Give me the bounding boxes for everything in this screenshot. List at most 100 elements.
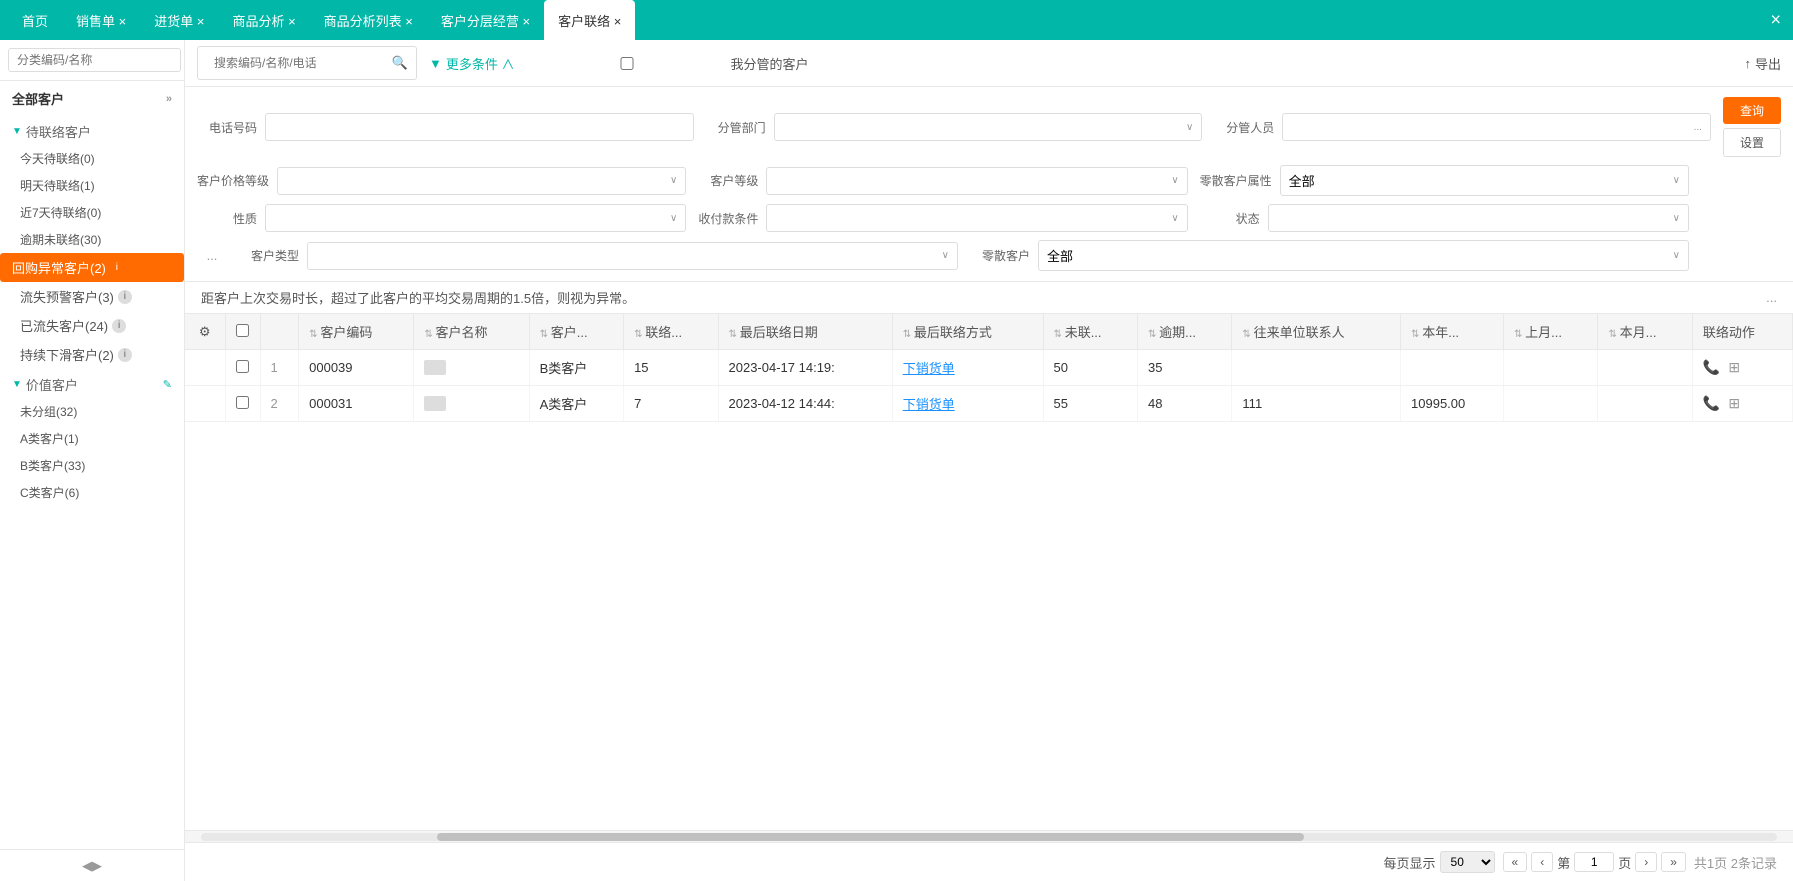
dept-chevron-icon: ∨ [1186,122,1193,133]
customer-level-select[interactable]: ∨ [766,167,1187,195]
th-last-contact-method[interactable]: 最后联络方式 [892,314,1043,350]
phone-action-icon[interactable]: 📞 [1703,359,1720,376]
row-customer-type: B类客户 [529,350,623,386]
th-this-month[interactable]: 本月... [1598,314,1692,350]
table-container: ⚙ 客户编码 客户名称 客户... 联络... 最后联络日期 最后联络方式 未联… [185,314,1793,830]
row-uncontacted: 50 [1043,350,1137,386]
prev-page-btn[interactable]: ‹ [1531,852,1553,872]
sidebar-all-customers[interactable]: 全部客户 » [0,81,184,116]
query-button[interactable]: 查询 [1723,97,1781,124]
customer-name-blurred [424,396,446,411]
retail-select[interactable]: 全部 ∨ [1038,240,1689,271]
th-overdue[interactable]: 逾期... [1137,314,1231,350]
nav-product-analysis[interactable]: 商品分析 × [218,0,309,40]
sidebar-item-b-class[interactable]: B类客户(33) [0,452,184,479]
sidebar-search-input[interactable] [8,48,181,72]
sidebar-item-today[interactable]: 今天待联络(0) [0,145,184,172]
sidebar-item-c-class[interactable]: C类客户(6) [0,479,184,506]
settings-button[interactable]: 设置 [1723,128,1781,157]
horizontal-scrollbar[interactable] [185,830,1793,842]
customer-type-field: 客户类型 ∨ [239,242,958,270]
contact-method-link[interactable]: 下销货单 [903,361,955,376]
status-select[interactable]: ∨ [1268,204,1689,232]
current-page-input[interactable] [1574,852,1614,872]
my-customers-checkbox[interactable] [527,57,727,70]
sidebar-item-7days[interactable]: 近7天待联络(0) [0,199,184,226]
th-customer-code[interactable]: 客户编码 [299,314,414,350]
filter-dots[interactable]: ... [197,248,227,263]
person-select[interactable]: ... [1282,113,1711,141]
th-company-contact[interactable]: 往来单位联系人 [1232,314,1401,350]
sidebar-bottom[interactable]: ◀ ▶ [0,849,184,881]
tooltip-bar: 距客户上次交易时长，超过了此客户的平均交易周期的1.5倍，则视为异常。 ... [185,282,1793,314]
th-this-year[interactable]: 本年... [1401,314,1504,350]
triangle-icon-2: ▼ [12,379,22,390]
grid-action-icon[interactable]: ⊞ [1728,395,1740,412]
pagination-bar: 每页显示 50 100 200 « ‹ 第 页 › » 共1页 2条记录 [185,842,1793,881]
sidebar-item-repurchase-abnormal[interactable]: 回购异常客户(2) i [0,253,184,282]
row-select-checkbox[interactable] [236,360,249,373]
gender-select[interactable]: ∨ [265,204,686,232]
status-chevron-icon: ∨ [1673,213,1680,224]
nav-sales[interactable]: 销售单 × [62,0,140,40]
th-last-month[interactable]: 上月... [1504,314,1598,350]
row-this-month [1598,350,1692,386]
nav-product-analysis-list[interactable]: 商品分析列表 × [310,0,427,40]
top-navigation: 首页 销售单 × 进货单 × 商品分析 × 商品分析列表 × 客户分层经营 × … [0,0,1793,40]
per-page-select[interactable]: 50 100 200 [1440,851,1495,873]
row-code: 000039 [299,350,414,386]
customer-name-blurred [424,360,446,375]
settings-col-header[interactable]: ⚙ [185,314,225,350]
retail-attr-select[interactable]: 全部 ∨ [1280,165,1689,196]
advanced-filters: 电话号码 分管部门 ∨ 分管人员 ... 查询 设置 [185,87,1793,282]
table-row: 2 000031 A类客户 7 2023-04-12 14:44: 下销货单 5… [185,386,1793,422]
nav-purchase[interactable]: 进货单 × [140,0,218,40]
nav-customer-tier[interactable]: 客户分层经营 × [427,0,544,40]
contact-method-link[interactable]: 下销货单 [903,397,955,412]
row-select-checkbox[interactable] [236,396,249,409]
row-checkbox [225,350,260,386]
sidebar-item-overdue[interactable]: 逾期未联络(30) [0,226,184,253]
first-page-btn[interactable]: « [1503,852,1528,872]
nav-home[interactable]: 首页 [8,0,62,40]
declining-label: 持续下滑客户(2) [20,345,114,364]
close-button[interactable]: × [1770,10,1781,31]
sidebar-value-customers-header[interactable]: ▼ 价值客户 ✎ [0,369,184,398]
sidebar-item-declining[interactable]: 持续下滑客户(2) i [0,340,184,369]
export-button[interactable]: ↑ 导出 [1744,54,1781,73]
tooltip-dots[interactable]: ... [1766,290,1777,305]
dept-select[interactable]: ∨ [774,113,1203,141]
next-page-btn[interactable]: › [1635,852,1657,872]
th-customer-type[interactable]: 客户... [529,314,623,350]
th-contact-count[interactable]: 联络... [624,314,718,350]
main-search-input[interactable] [206,51,388,75]
sidebar-item-churned[interactable]: 已流失客户(24) i [0,311,184,340]
edit-icon[interactable]: ✎ [163,378,172,391]
th-customer-name[interactable]: 客户名称 [414,314,529,350]
sidebar-item-tomorrow[interactable]: 明天待联络(1) [0,172,184,199]
sidebar-item-ungroup[interactable]: 未分组(32) [0,398,184,425]
grid-action-icon[interactable]: ⊞ [1728,359,1740,376]
scroll-thumb[interactable] [437,833,1304,841]
payment-select[interactable]: ∨ [766,204,1187,232]
phone-action-icon[interactable]: 📞 [1703,395,1720,412]
customer-type-select[interactable]: ∨ [307,242,958,270]
dept-field: 分管部门 ∨ [706,113,1203,141]
filter-row-3: 性质 ∨ 收付款条件 ∨ 状态 ∨ [197,204,1781,232]
filter-row-1: 电话号码 分管部门 ∨ 分管人员 ... 查询 设置 [197,97,1781,157]
main-search-icon[interactable]: 🔍 [392,55,408,71]
more-filters-btn[interactable]: ▼ 更多条件 ∧ [429,54,515,73]
triangle-icon: ▼ [12,126,22,137]
nav-customer-contact[interactable]: 客户联络 × [544,0,635,40]
price-level-label: 客户价格等级 [197,172,269,189]
select-all-checkbox[interactable] [236,324,249,337]
th-last-contact-date[interactable]: 最后联络日期 [718,314,892,350]
last-page-btn[interactable]: » [1661,852,1686,872]
th-uncontacted[interactable]: 未联... [1043,314,1137,350]
action-icons-container: 📞 ⊞ [1703,359,1782,376]
row-action: 📞 ⊞ [1692,386,1792,422]
price-level-select[interactable]: ∨ [277,167,686,195]
sidebar-item-a-class[interactable]: A类客户(1) [0,425,184,452]
sidebar-item-churn-warning[interactable]: 流失预警客户(3) i [0,282,184,311]
phone-input[interactable] [265,113,694,141]
